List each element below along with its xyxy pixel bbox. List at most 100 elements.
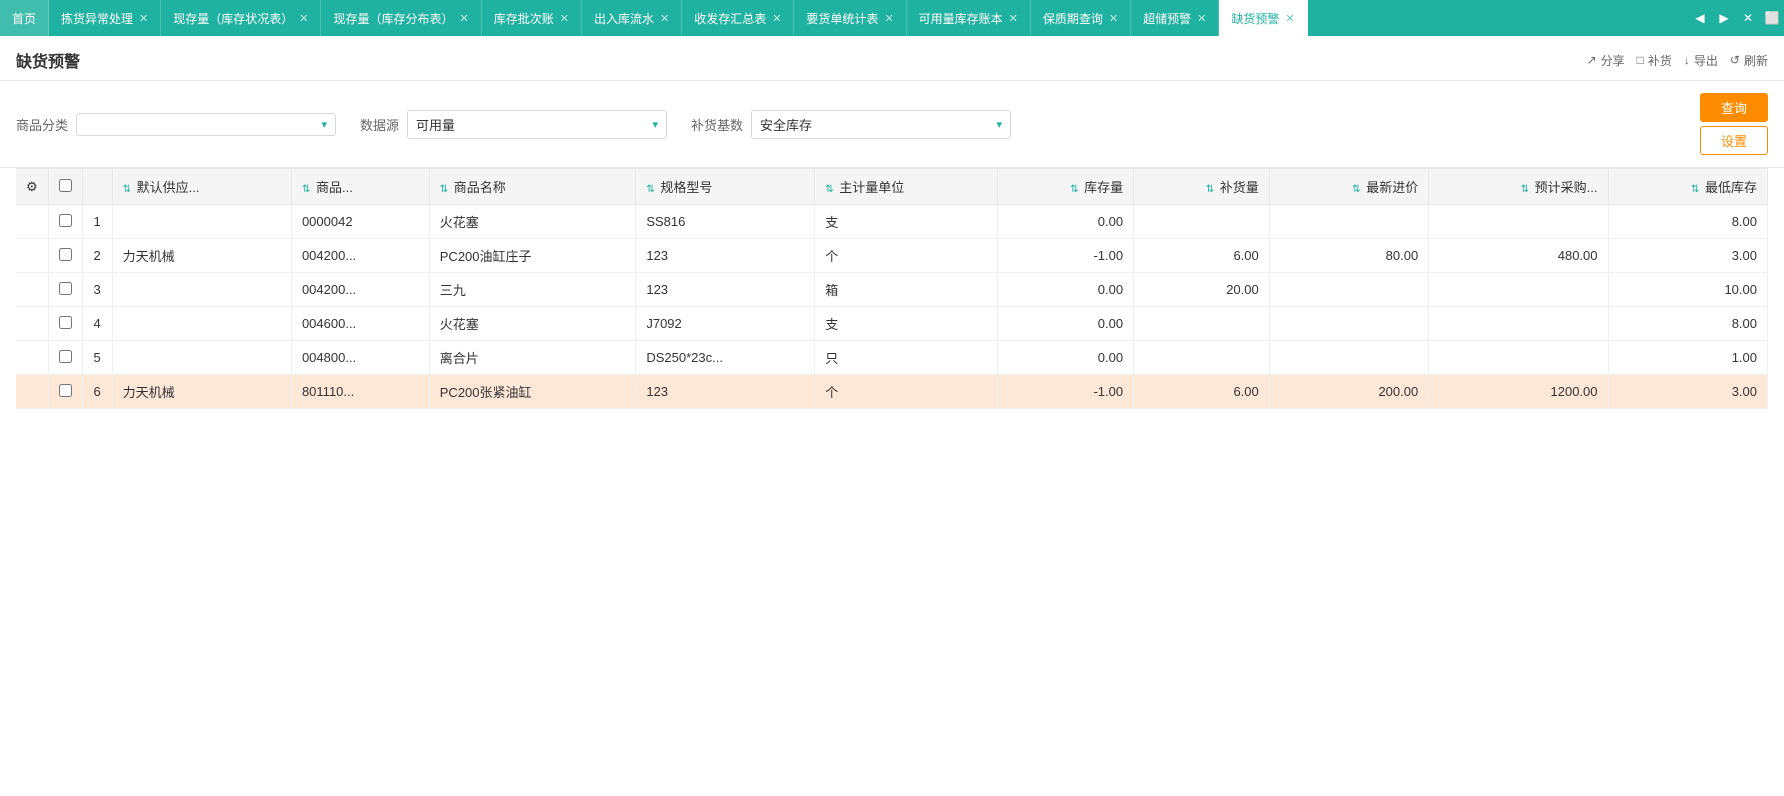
- col-replenish-qty[interactable]: ⇅ 补货量: [1134, 169, 1270, 205]
- tab-inout-flow[interactable]: 出入库流水 ✕: [582, 0, 682, 36]
- replenish-button[interactable]: □ 补货: [1637, 52, 1672, 69]
- row-checkbox-3[interactable]: [59, 316, 72, 329]
- tab-collect-summary-close[interactable]: ✕: [772, 12, 781, 25]
- row-checkbox-1[interactable]: [59, 248, 72, 261]
- col-unit[interactable]: ⇅ 主计量单位: [815, 169, 998, 205]
- row-settings-cell: [16, 341, 48, 375]
- tab-inventory-dist-close[interactable]: ✕: [460, 12, 469, 25]
- replenish-select[interactable]: 安全库存 ▾: [751, 110, 1011, 139]
- table-row: 6 力天机械 801110... PC200张紧油缸 123 个 -1.00 6…: [16, 375, 1768, 409]
- row-supplier: 力天机械: [112, 239, 291, 273]
- tab-inout-flow-close[interactable]: ✕: [660, 12, 669, 25]
- row-unit: 支: [815, 205, 998, 239]
- col-unit-label: 主计量单位: [839, 180, 904, 195]
- row-index: 5: [82, 341, 112, 375]
- replenish-filter-group: 补货基数 安全库存 ▾: [691, 110, 1011, 139]
- replenish-chevron-down-icon: ▾: [997, 118, 1003, 131]
- settings-button[interactable]: 设置: [1700, 126, 1768, 155]
- row-min-stock: 8.00: [1608, 307, 1768, 341]
- select-all-checkbox[interactable]: [59, 179, 72, 192]
- col-spec[interactable]: ⇅ 规格型号: [636, 169, 815, 205]
- col-default-supplier[interactable]: ⇅ 默认供应...: [112, 169, 291, 205]
- export-button[interactable]: ↓ 导出: [1684, 52, 1718, 69]
- table-header-row: ⚙ ⇅ 默认供应... ⇅ 商品... ⇅ 商品名称: [16, 169, 1768, 205]
- tab-shortage-warning[interactable]: 缺货预警 ✕: [1219, 0, 1307, 36]
- row-stock: 0.00: [998, 273, 1134, 307]
- sort-name-icon: ⇅: [440, 184, 448, 195]
- col-product-code-label: 商品...: [316, 180, 353, 195]
- col-min-stock[interactable]: ⇅ 最低库存: [1608, 169, 1768, 205]
- row-checkbox-cell: [48, 273, 82, 307]
- tab-available-ledger-close[interactable]: ✕: [1009, 12, 1018, 25]
- tab-expiry-query-close[interactable]: ✕: [1109, 12, 1118, 25]
- tab-inventory-status[interactable]: 现存量（库存状况表） ✕: [161, 0, 321, 36]
- tab-nav-next[interactable]: ▶: [1712, 0, 1736, 36]
- tab-batch-account-close[interactable]: ✕: [560, 12, 569, 25]
- row-checkbox-5[interactable]: [59, 384, 72, 397]
- col-index: [82, 169, 112, 205]
- col-min-stock-label: 最低库存: [1705, 180, 1757, 195]
- col-estimated-purchase[interactable]: ⇅ 预计采购...: [1429, 169, 1608, 205]
- tab-expiry-query[interactable]: 保质期查询 ✕: [1031, 0, 1131, 36]
- col-product-name[interactable]: ⇅ 商品名称: [429, 169, 636, 205]
- row-index: 4: [82, 307, 112, 341]
- row-checkbox-0[interactable]: [59, 214, 72, 227]
- table-body: 1 0000042 火花塞 SS816 支 0.00 8.00 2 力天机械 0…: [16, 205, 1768, 409]
- tab-available-ledger[interactable]: 可用量库存账本 ✕: [907, 0, 1031, 36]
- table-row: 5 004800... 离合片 DS250*23c... 只 0.00 1.00: [16, 341, 1768, 375]
- row-unit: 支: [815, 307, 998, 341]
- tab-shortage-warning-label: 缺货预警: [1231, 10, 1279, 27]
- tab-demand-stats-close[interactable]: ✕: [884, 12, 893, 25]
- row-index: 3: [82, 273, 112, 307]
- tab-demand-stats[interactable]: 要货单统计表 ✕: [794, 0, 906, 36]
- row-product-name: PC200油缸庄子: [429, 239, 636, 273]
- tab-defect-exception[interactable]: 拣货异常处理 ✕: [49, 0, 161, 36]
- tab-inventory-status-close[interactable]: ✕: [299, 12, 308, 25]
- datasource-select[interactable]: 可用量 ▾: [407, 110, 667, 139]
- row-product-code: 004200...: [291, 239, 429, 273]
- row-min-stock: 3.00: [1608, 375, 1768, 409]
- table-row: 3 004200... 三九 123 箱 0.00 20.00 10.00: [16, 273, 1768, 307]
- tab-defect-exception-close[interactable]: ✕: [139, 12, 148, 25]
- query-button[interactable]: 查询: [1700, 93, 1768, 122]
- row-replenish-qty: 6.00: [1134, 239, 1270, 273]
- row-latest-price: 80.00: [1269, 239, 1428, 273]
- refresh-button[interactable]: ↺ 刷新: [1730, 52, 1768, 69]
- tab-batch-account[interactable]: 库存批次账 ✕: [482, 0, 582, 36]
- tab-collect-summary[interactable]: 收发存汇总表 ✕: [682, 0, 794, 36]
- replenish-filter-label: 补货基数: [691, 115, 743, 134]
- share-button[interactable]: ↗ 分享: [1587, 52, 1625, 69]
- row-checkbox-cell: [48, 239, 82, 273]
- col-stock[interactable]: ⇅ 库存量: [998, 169, 1134, 205]
- col-spec-label: 规格型号: [660, 180, 712, 195]
- col-product-code[interactable]: ⇅ 商品...: [291, 169, 429, 205]
- row-checkbox-2[interactable]: [59, 282, 72, 295]
- col-settings[interactable]: ⚙: [16, 169, 48, 205]
- window-maximize-btn[interactable]: ⬜: [1760, 0, 1784, 36]
- tab-shortage-warning-close[interactable]: ✕: [1285, 12, 1294, 25]
- row-product-name: PC200张紧油缸: [429, 375, 636, 409]
- tab-batch-account-label: 库存批次账: [494, 10, 554, 27]
- row-spec: 123: [636, 375, 815, 409]
- row-latest-price: [1269, 273, 1428, 307]
- row-settings-cell: [16, 375, 48, 409]
- row-replenish-qty: [1134, 341, 1270, 375]
- col-replenish-qty-label: 补货量: [1220, 180, 1259, 195]
- sort-stock-icon: ⇅: [1070, 184, 1078, 195]
- row-checkbox-4[interactable]: [59, 350, 72, 363]
- tab-nav-prev[interactable]: ◀: [1688, 0, 1712, 36]
- row-estimated-purchase: 1200.00: [1429, 375, 1608, 409]
- table-row: 4 004600... 火花塞 J7092 支 0.00 8.00: [16, 307, 1768, 341]
- category-select[interactable]: ▾: [76, 113, 336, 136]
- col-latest-price[interactable]: ⇅ 最新进价: [1269, 169, 1428, 205]
- tab-overstock-warning-close[interactable]: ✕: [1197, 12, 1206, 25]
- row-checkbox-cell: [48, 375, 82, 409]
- row-stock: 0.00: [998, 341, 1134, 375]
- datasource-chevron-down-icon: ▾: [653, 118, 659, 131]
- tab-home[interactable]: 首页: [0, 0, 49, 36]
- tab-overstock-warning[interactable]: 超储预警 ✕: [1131, 0, 1219, 36]
- tab-inventory-dist[interactable]: 现存量（库存分布表） ✕: [321, 0, 481, 36]
- row-settings-cell: [16, 307, 48, 341]
- window-close-btn[interactable]: ✕: [1736, 0, 1760, 36]
- row-settings-cell: [16, 205, 48, 239]
